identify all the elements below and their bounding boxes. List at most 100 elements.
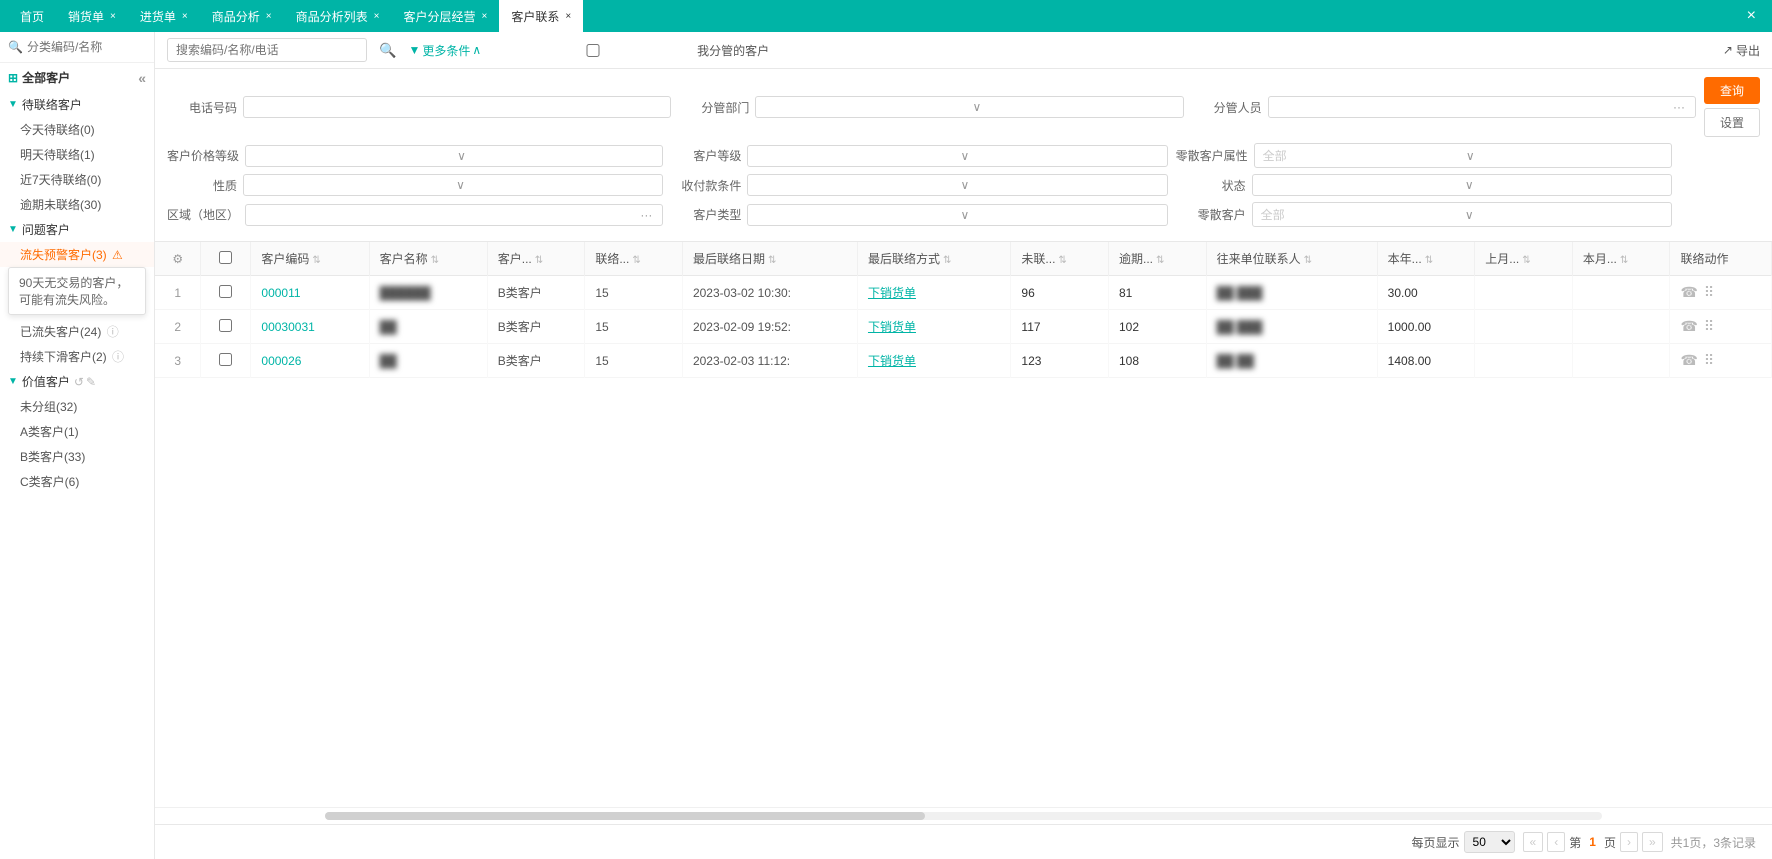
- scatter-customer-select[interactable]: 全部 ∨: [1252, 202, 1672, 227]
- current-page: 1: [1585, 835, 1600, 849]
- sidebar-item-churned[interactable]: 已流失客户(24) ⓘ: [0, 319, 154, 344]
- th-overdue[interactable]: 逾期...⇅: [1109, 242, 1207, 276]
- close-analysis-tab[interactable]: ×: [266, 11, 272, 22]
- th-contact2[interactable]: 往来单位联系人⇅: [1206, 242, 1377, 276]
- window-close-btn[interactable]: ×: [1739, 7, 1764, 25]
- search-input[interactable]: [167, 38, 367, 62]
- th-code[interactable]: 客户编码⇅: [251, 242, 369, 276]
- row-3-more-icon[interactable]: ⠿: [1704, 352, 1714, 369]
- per-page-select[interactable]: 50 100 200: [1464, 831, 1515, 853]
- select-all-checkbox[interactable]: [219, 251, 232, 264]
- query-button[interactable]: 查询: [1704, 77, 1760, 104]
- row-1-last-method[interactable]: 下销货单: [857, 276, 1010, 310]
- sort-date-icon: ⇅: [768, 255, 776, 266]
- sidebar-item-tomorrow[interactable]: 明天待联络(1): [0, 142, 154, 167]
- export-button[interactable]: ↗ 导出: [1723, 42, 1760, 59]
- nav-home[interactable]: 首页: [8, 0, 56, 32]
- sort-contact-icon: ⇅: [632, 255, 640, 266]
- search-button[interactable]: 🔍: [379, 42, 396, 59]
- row-3-last-method[interactable]: 下销货单: [857, 344, 1010, 378]
- field-scatter-customer: 零散客户 全部 ∨: [1176, 202, 1672, 227]
- customer-type-select[interactable]: ∨: [747, 204, 1167, 226]
- th-last-month[interactable]: 上月...⇅: [1475, 242, 1573, 276]
- price-level-dropdown-icon: ∨: [457, 149, 654, 163]
- sidebar-item-today[interactable]: 今天待联络(0): [0, 117, 154, 142]
- manager-dots[interactable]: ···: [1669, 100, 1689, 114]
- th-not-contact[interactable]: 未联...⇅: [1011, 242, 1109, 276]
- th-last-method[interactable]: 最后联络方式⇅: [857, 242, 1010, 276]
- sidebar-item-ungroup[interactable]: 未分组(32): [0, 394, 154, 419]
- settings-button[interactable]: 设置: [1704, 108, 1760, 137]
- payment-select[interactable]: ∨: [747, 174, 1167, 196]
- nav-customer-tier[interactable]: 客户分层经营 ×: [391, 0, 499, 32]
- row-3-checkbox[interactable]: [201, 344, 251, 378]
- nav-purchase[interactable]: 进货单 ×: [128, 0, 200, 32]
- nav-customer-contact[interactable]: 客户联系 ×: [499, 0, 583, 32]
- region-dots[interactable]: ···: [636, 208, 656, 222]
- customer-level-select[interactable]: ∨: [747, 145, 1167, 167]
- nav-analysis[interactable]: 商品分析 ×: [200, 0, 284, 32]
- section-problem[interactable]: ▼ 问题客户: [0, 217, 154, 242]
- th-last-date[interactable]: 最后联络日期⇅: [682, 242, 857, 276]
- horizontal-scrollbar[interactable]: [155, 807, 1772, 824]
- sort-name-icon: ⇅: [431, 255, 439, 266]
- row-2-contact-icon[interactable]: ☎: [1680, 318, 1697, 335]
- th-type[interactable]: 客户...⇅: [487, 242, 585, 276]
- adv-filter-panel: 电话号码 分管部门 ∨ 分管人员 ···: [155, 69, 1772, 242]
- sidebar-item-declining[interactable]: 持续下滑客户(2) ⓘ: [0, 344, 154, 369]
- price-level-select[interactable]: ∨: [245, 145, 663, 167]
- close-contact-tab[interactable]: ×: [565, 11, 571, 22]
- refresh-icon[interactable]: ↺: [74, 375, 84, 389]
- my-customers-checkbox-area[interactable]: 我分管的客户: [493, 42, 769, 59]
- scroll-thumb[interactable]: [325, 812, 925, 820]
- close-purchase-tab[interactable]: ×: [182, 11, 188, 22]
- more-conditions-btn[interactable]: ▼ 更多条件 ∧: [408, 42, 481, 59]
- sidebar-item-7days[interactable]: 近7天待联络(0): [0, 167, 154, 192]
- prev-page-btn[interactable]: ‹: [1547, 832, 1565, 852]
- row-2-more-icon[interactable]: ⠿: [1704, 318, 1714, 335]
- close-analysis-list-tab[interactable]: ×: [374, 11, 380, 22]
- collapse-btn[interactable]: «: [138, 70, 146, 86]
- close-sales-tab[interactable]: ×: [110, 11, 116, 22]
- sidebar-item-churn-warning[interactable]: 流失预警客户(3) ⚠: [0, 242, 154, 267]
- th-gear[interactable]: ⚙: [155, 242, 201, 276]
- row-1-checkbox[interactable]: [201, 276, 251, 310]
- row-1-more-icon[interactable]: ⠿: [1704, 284, 1714, 301]
- th-name[interactable]: 客户名称⇅: [369, 242, 487, 276]
- nature-select[interactable]: ∨: [243, 174, 663, 196]
- phone-input[interactable]: [243, 96, 671, 118]
- th-this-year[interactable]: 本年...⇅: [1377, 242, 1475, 276]
- scroll-track[interactable]: [325, 812, 1602, 820]
- row-3-code[interactable]: 000026: [251, 344, 369, 378]
- status-dropdown-icon: ∨: [1465, 178, 1663, 192]
- sidebar-all-customers[interactable]: ⊞ 全部客户 «: [0, 63, 154, 92]
- th-this-month[interactable]: 本月...⇅: [1572, 242, 1670, 276]
- sidebar-search-input[interactable]: [27, 40, 146, 54]
- nav-analysis-list[interactable]: 商品分析列表 ×: [284, 0, 392, 32]
- row-1-code[interactable]: 000011: [251, 276, 369, 310]
- sidebar-item-c-class[interactable]: C类客户(6): [0, 469, 154, 494]
- row-2-checkbox[interactable]: [201, 310, 251, 344]
- next-page-btn[interactable]: ›: [1620, 832, 1638, 852]
- arrow-problem: ▼: [8, 224, 18, 235]
- dept-select[interactable]: ∨: [755, 96, 1183, 118]
- my-customers-checkbox[interactable]: [493, 44, 693, 57]
- section-value[interactable]: ▼ 价值客户 ↺ ✎: [0, 369, 154, 394]
- edit-icon[interactable]: ✎: [86, 375, 96, 389]
- status-select[interactable]: ∨: [1252, 174, 1672, 196]
- section-pending[interactable]: ▼ 待联络客户: [0, 92, 154, 117]
- first-page-btn[interactable]: «: [1523, 832, 1544, 852]
- row-3-contact-icon[interactable]: ☎: [1680, 352, 1697, 369]
- sidebar-item-overdue[interactable]: 逾期未联络(30): [0, 192, 154, 217]
- sidebar-item-b-class[interactable]: B类客户(33): [0, 444, 154, 469]
- scatter-attr-select[interactable]: 全部 ∨: [1254, 143, 1672, 168]
- row-1-contact-icon[interactable]: ☎: [1680, 284, 1697, 301]
- close-tier-tab[interactable]: ×: [481, 11, 487, 22]
- th-contact[interactable]: 联络...⇅: [585, 242, 683, 276]
- th-checkbox[interactable]: [201, 242, 251, 276]
- row-2-code[interactable]: 00030031: [251, 310, 369, 344]
- last-page-btn[interactable]: »: [1642, 832, 1663, 852]
- row-2-last-method[interactable]: 下销货单: [857, 310, 1010, 344]
- nav-sales[interactable]: 销货单 ×: [56, 0, 128, 32]
- sidebar-item-a-class[interactable]: A类客户(1): [0, 419, 154, 444]
